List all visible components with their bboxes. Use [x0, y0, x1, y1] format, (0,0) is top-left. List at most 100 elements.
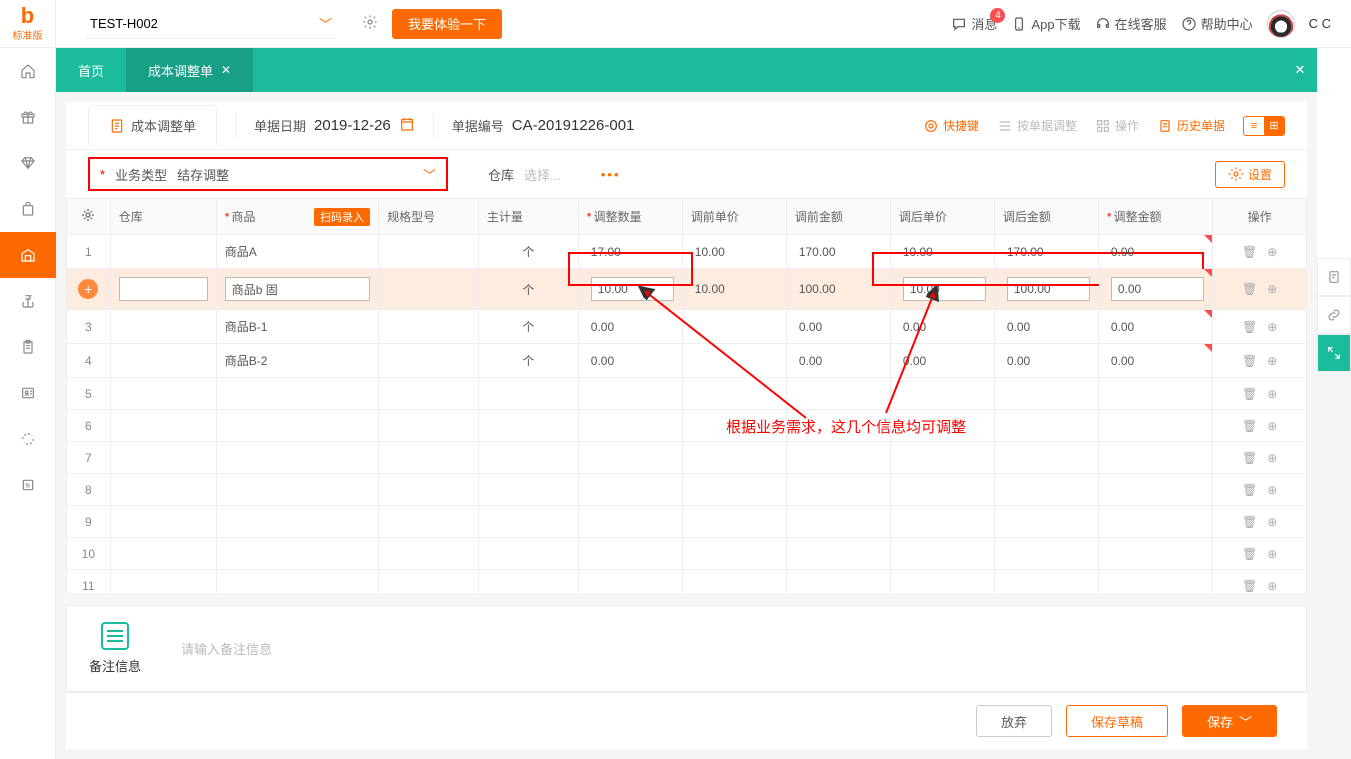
service-link[interactable]: 在线客服 [1095, 14, 1167, 33]
table-row[interactable]: 4商品B-2个0.000.000.000.000.00🗑⊕ [67, 344, 1307, 378]
help-link[interactable]: 帮助中心 [1181, 14, 1253, 33]
biz-type-select[interactable]: * 业务类型 结存调整 ﹀ [88, 157, 448, 191]
trash-icon[interactable]: 🗑 [1242, 547, 1257, 561]
view-toggle[interactable]: ≡⊞ [1243, 116, 1285, 136]
table-row[interactable]: 10🗑⊕ [67, 538, 1307, 570]
gear-icon[interactable] [362, 14, 378, 33]
shortcut-link[interactable]: 快捷键 [923, 117, 979, 134]
grid: 结存调整 根据业务需求，这几个信息均可调整 [66, 198, 1307, 593]
col-before-amt[interactable]: 调前金额 [786, 199, 890, 235]
phone-icon [1011, 16, 1027, 32]
date-value[interactable]: 2019-12-26 [314, 117, 391, 134]
table-row[interactable]: 1商品A个17.0010.00170.0010.00170.000.00🗑⊕ [67, 235, 1307, 269]
warehouse-select[interactable]: 仓库 选择... [488, 165, 561, 184]
copy-icon[interactable]: ⊕ [1267, 282, 1277, 296]
header-row: 仓库 商品扫码录入 规格型号 主计量 调整数量 调前单价 调前金额 调后单价 调… [67, 199, 1307, 235]
rail-doc-icon[interactable] [1317, 258, 1351, 296]
col-spec[interactable]: 规格型号 [379, 199, 479, 235]
remark-input[interactable]: 请输入备注信息 [181, 639, 1284, 658]
copy-icon[interactable]: ⊕ [1267, 245, 1277, 259]
col-after-price[interactable]: 调后单价 [890, 199, 994, 235]
table-row[interactable]: 8🗑⊕ [67, 474, 1307, 506]
table-row[interactable]: 9🗑⊕ [67, 506, 1307, 538]
message-link[interactable]: 消息 4 [951, 14, 997, 33]
tab-home[interactable]: 首页 [56, 48, 126, 92]
rail-user-card-icon[interactable] [0, 370, 56, 416]
copy-icon[interactable]: ⊕ [1267, 354, 1277, 368]
col-product[interactable]: 商品扫码录入 [216, 199, 378, 235]
table-row[interactable]: 11🗑⊕ [67, 570, 1307, 594]
tab-cost-adjust[interactable]: 成本调整单✕ [126, 48, 253, 92]
rail-refresh-icon[interactable] [0, 416, 56, 462]
message-badge: 4 [990, 8, 1005, 23]
col-after-amt[interactable]: 调后金额 [994, 199, 1098, 235]
doc-icon [109, 118, 125, 134]
trash-icon[interactable]: 🗑 [1242, 451, 1257, 465]
col-before-price[interactable]: 调前单价 [682, 199, 786, 235]
col-gear[interactable] [67, 199, 111, 235]
org-input[interactable] [90, 16, 319, 31]
chevron-down-icon: ﹀ [423, 165, 436, 184]
col-warehouse[interactable]: 仓库 [110, 199, 216, 235]
col-adj-amt[interactable]: 调整金额 [1098, 199, 1212, 235]
rail-diamond-icon[interactable] [0, 140, 56, 186]
calendar-icon[interactable] [399, 116, 415, 135]
rail-bag-icon[interactable] [0, 186, 56, 232]
operate-link[interactable]: 操作 [1095, 117, 1139, 134]
trash-icon[interactable]: 🗑 [1242, 354, 1257, 368]
save-button[interactable]: 保存﹀ [1182, 705, 1277, 737]
more-icon[interactable]: ••• [601, 167, 621, 182]
copy-icon[interactable]: ⊕ [1267, 320, 1277, 334]
tabs-close-all[interactable]: ✕ [1283, 48, 1317, 92]
history-link[interactable]: 历史单据 [1157, 117, 1225, 134]
scan-button[interactable]: 扫码录入 [314, 208, 370, 226]
table-row[interactable]: 7🗑⊕ [67, 442, 1307, 474]
trash-icon[interactable]: 🗑 [1242, 483, 1257, 497]
remark-label: 备注信息 [89, 656, 141, 675]
trash-icon[interactable]: 🗑 [1242, 320, 1257, 334]
copy-icon[interactable]: ⊕ [1267, 387, 1277, 401]
copy-icon[interactable]: ⊕ [1267, 483, 1277, 497]
trash-icon[interactable]: 🗑 [1242, 419, 1257, 433]
trash-icon[interactable]: 🗑 [1242, 245, 1257, 259]
org-select[interactable]: ﹀ [86, 9, 336, 39]
rail-clipboard-icon[interactable] [0, 324, 56, 370]
table-row[interactable]: 3商品B-1个0.000.000.000.000.00🗑⊕ [67, 310, 1307, 344]
rail-link-icon[interactable] [1317, 296, 1351, 334]
config-button[interactable]: 设置 [1215, 161, 1285, 188]
rail-new-icon[interactable]: 新 [0, 462, 56, 508]
filter-row: * 业务类型 结存调整 ﹀ 仓库 选择... ••• 设置 [66, 150, 1307, 198]
rail-home-icon[interactable] [0, 48, 56, 94]
copy-icon[interactable]: ⊕ [1267, 547, 1277, 561]
add-row-icon[interactable]: + [78, 279, 98, 299]
close-icon[interactable]: ✕ [221, 63, 231, 77]
discard-button[interactable]: 放弃 [976, 705, 1052, 737]
rail-expand-icon[interactable] [1317, 334, 1351, 372]
trash-icon[interactable]: 🗑 [1242, 515, 1257, 529]
doc-tab[interactable]: 成本调整单 [88, 105, 217, 147]
rail-gift-icon[interactable] [0, 94, 56, 140]
rail-warehouse-icon[interactable] [0, 232, 56, 278]
headset-icon [1095, 16, 1111, 32]
trash-icon[interactable]: 🗑 [1242, 579, 1257, 593]
download-link[interactable]: App下载 [1011, 14, 1080, 33]
content: 成本调整单 单据日期 2019-12-26 单据编号 CA-20191226-0… [56, 92, 1351, 759]
copy-icon[interactable]: ⊕ [1267, 515, 1277, 529]
avatar[interactable] [1267, 10, 1295, 38]
table-row[interactable]: 6🗑⊕ [67, 410, 1307, 442]
table-row[interactable]: +商品b 固个10.0010.00100.0010.00100.000.00🗑⊕ [67, 269, 1307, 310]
copy-icon[interactable]: ⊕ [1267, 579, 1277, 593]
trash-icon[interactable]: 🗑 [1242, 387, 1257, 401]
col-adj-qty[interactable]: 调整数量 [578, 199, 682, 235]
by-doc-link[interactable]: 按单据调整 [997, 117, 1077, 134]
try-button[interactable]: 我要体验一下 [392, 9, 502, 39]
copy-icon[interactable]: ⊕ [1267, 451, 1277, 465]
rail-money-icon[interactable] [0, 278, 56, 324]
copy-icon[interactable]: ⊕ [1267, 419, 1277, 433]
col-unit[interactable]: 主计量 [478, 199, 578, 235]
trash-icon[interactable]: 🗑 [1242, 282, 1257, 296]
save-draft-button[interactable]: 保存草稿 [1066, 705, 1168, 737]
chevron-down-icon: ﹀ [319, 14, 332, 33]
table-row[interactable]: 5🗑⊕ [67, 378, 1307, 410]
docno-value: CA-20191226-001 [512, 117, 635, 134]
